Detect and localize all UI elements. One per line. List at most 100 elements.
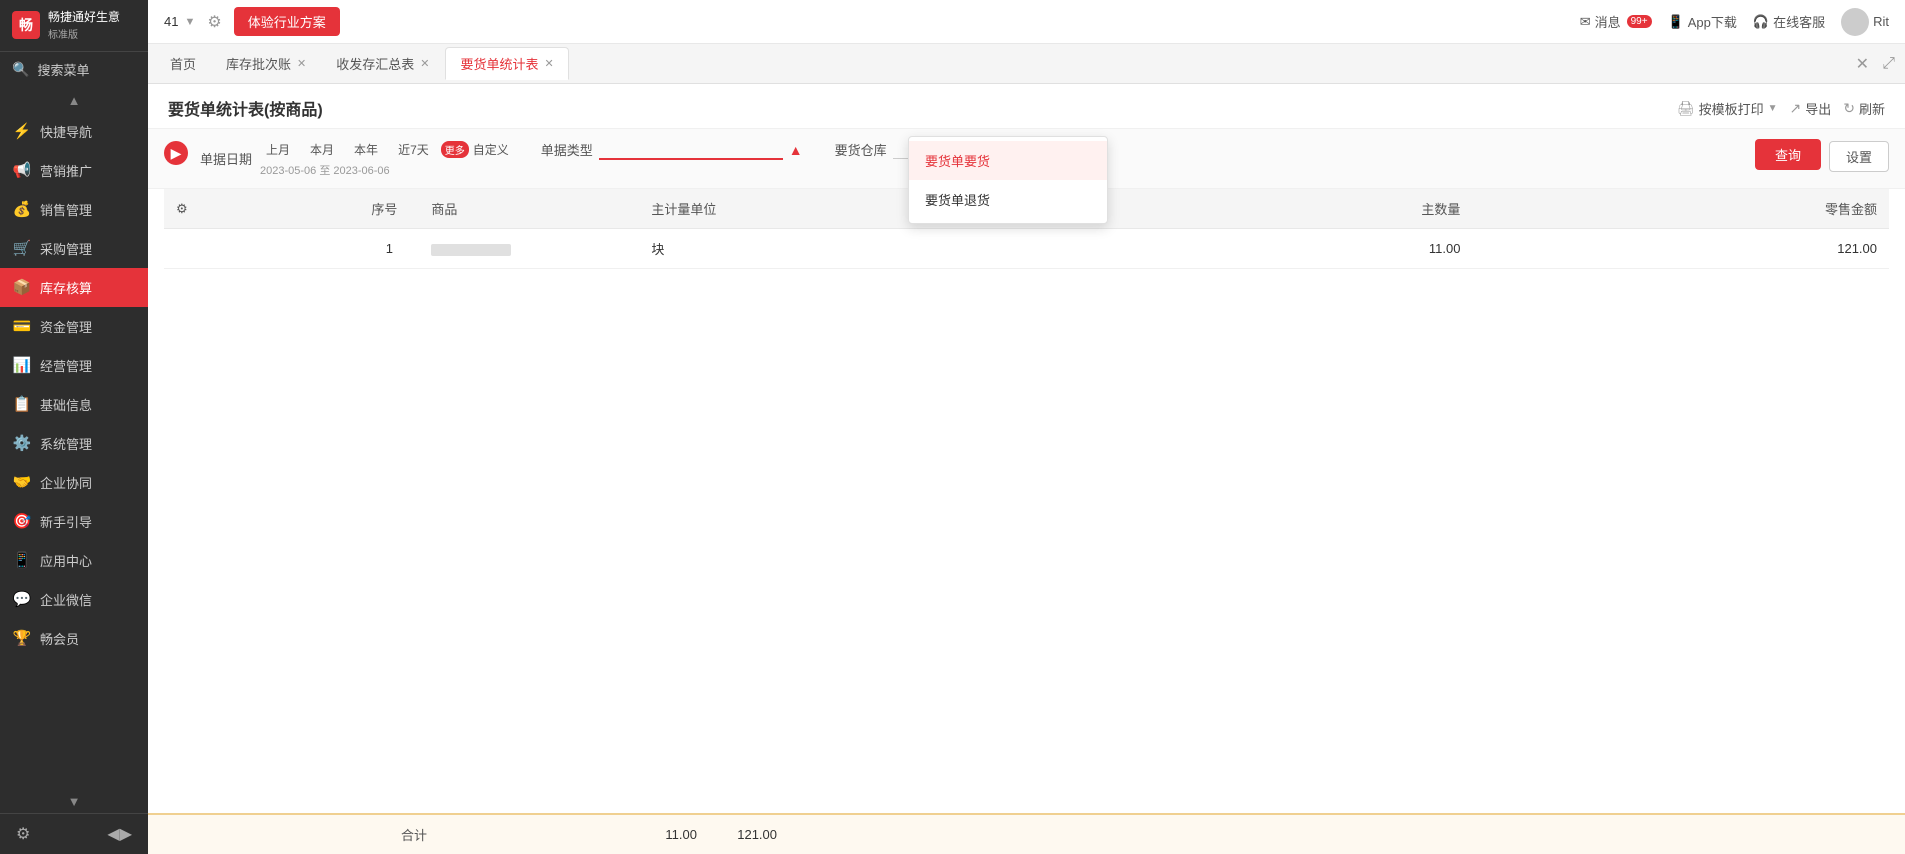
sidebar-logo: 畅 畅捷通好生意 标准版 [0, 0, 148, 52]
sidebar-item-wechat[interactable]: 💬 企业微信 [0, 580, 148, 619]
enterprise-label: 企业协同 [40, 473, 92, 492]
tabs-close-all-icon[interactable]: ✕ [1856, 54, 1869, 74]
table-row: 1 块 11.00 121.00 [164, 229, 1889, 269]
inventory-icon: 📦 [12, 278, 32, 296]
date-this-month[interactable]: 本月 [302, 139, 342, 160]
tab-home-label: 首页 [170, 54, 196, 73]
topbar: 41 ▼ ⚙ 体验行业方案 ✉ 消息 99+ 📱 App下载 🎧 在线客服 R [148, 0, 1905, 44]
sidebar-item-operation[interactable]: 📊 经营管理 [0, 346, 148, 385]
col-settings-header[interactable]: ⚙ [164, 189, 359, 229]
app-download-button[interactable]: 📱 App下载 [1668, 12, 1737, 31]
filter-expand-button[interactable]: ▶ [164, 141, 188, 165]
operation-label: 经营管理 [40, 356, 92, 375]
messages-badge: 99+ [1627, 15, 1652, 28]
doctype-dropdown: 要货单要货 要货单退货 [908, 136, 1108, 224]
logo-title: 畅捷通好生意 [48, 10, 120, 26]
table-body: 1 块 11.00 121.00 [164, 229, 1889, 269]
service-button[interactable]: 🎧 在线客服 [1753, 12, 1825, 31]
tab-home[interactable]: 首页 [156, 48, 210, 79]
service-icon: 🎧 [1753, 14, 1769, 30]
tab-receivable-summary[interactable]: 收发存汇总表 ✕ [322, 48, 443, 79]
sidebar-item-basic[interactable]: 📋 基础信息 [0, 385, 148, 424]
page-title: 要货单统计表(按商品) [168, 96, 323, 120]
avatar-image [1841, 8, 1869, 36]
tab-inventory-batch[interactable]: 库存批次账 ✕ [212, 48, 320, 79]
sidebar-item-quick-nav[interactable]: ⚡ 快捷导航 [0, 112, 148, 151]
store-name: 41 [164, 14, 178, 29]
bottom-settings-icon[interactable]: ⚙ [16, 824, 30, 844]
doctype-chevron-icon[interactable]: ▲ [789, 142, 803, 158]
date-this-year[interactable]: 本年 [346, 139, 386, 160]
page-header: 要货单统计表(按商品) 🖨 按模板打印 ▼ ↗ 导出 ↻ 刷新 [148, 84, 1905, 129]
sidebar-scroll-down[interactable]: ▼ [0, 790, 148, 813]
tab-receivable-close[interactable]: ✕ [420, 57, 429, 70]
tabs-expand-icon[interactable]: ⤢ [1882, 55, 1895, 73]
settings-button[interactable]: 设置 [1829, 141, 1889, 172]
row-product-cell [419, 229, 639, 269]
sidebar-items-list: ⚡ 快捷导航 📢 营销推广 💰 销售管理 🛒 采购管理 📦 库存核算 💳 资金管… [0, 112, 148, 790]
sidebar-item-appstore[interactable]: 📱 应用中心 [0, 541, 148, 580]
page-header-actions: 🖨 按模板打印 ▼ ↗ 导出 ↻ 刷新 [1677, 99, 1885, 118]
logo-subtitle: 标准版 [48, 26, 120, 41]
tab-order-summary[interactable]: 要货单统计表 ✕ [445, 47, 568, 80]
message-icon: ✉ [1580, 14, 1591, 30]
topbar-settings-icon[interactable]: ⚙ [207, 12, 221, 32]
dropdown-item-order-return[interactable]: 要货单退货 [909, 180, 1107, 219]
refresh-button[interactable]: ↻ 刷新 [1843, 99, 1885, 118]
member-icon: 🏆 [12, 629, 32, 647]
sidebar-search[interactable]: 🔍 搜索菜单 [0, 52, 148, 87]
doctype-filter: 单据类型 ▲ [541, 139, 803, 160]
app-icon: 📱 [1668, 14, 1684, 30]
tab-order-summary-close[interactable]: ✕ [545, 57, 554, 70]
date-last-month[interactable]: 上月 [258, 139, 298, 160]
sidebar-item-system[interactable]: ⚙️ 系统管理 [0, 424, 148, 463]
row-unit-cell: 块 [639, 229, 1127, 269]
sidebar-item-newbie[interactable]: 🎯 新手引导 [0, 502, 148, 541]
bottom-toggle-icon[interactable]: ◀▶ [107, 824, 132, 844]
sidebar-search-label: 搜索菜单 [37, 60, 89, 79]
col-product-header: 商品 [419, 189, 639, 229]
sidebar-scroll-up[interactable]: ▲ [0, 89, 148, 112]
sidebar-item-marketing[interactable]: 📢 营销推广 [0, 151, 148, 190]
tab-order-summary-label: 要货单统计表 [460, 54, 538, 73]
date-last-7days[interactable]: 近7天 [390, 139, 437, 160]
refresh-label: 刷新 [1859, 99, 1885, 118]
table-settings-icon: ⚙ [176, 201, 188, 216]
basic-label: 基础信息 [40, 395, 92, 414]
messages-button[interactable]: ✉ 消息 99+ [1580, 12, 1652, 31]
sidebar-item-finance[interactable]: 💳 资金管理 [0, 307, 148, 346]
user-avatar[interactable]: Rit [1841, 8, 1889, 36]
sidebar-item-member[interactable]: 🏆 畅会员 [0, 619, 148, 658]
tab-inventory-batch-close[interactable]: ✕ [297, 57, 306, 70]
store-selector[interactable]: 41 ▼ [164, 14, 195, 29]
purchase-icon: 🛒 [12, 239, 32, 257]
query-button[interactable]: 查询 [1755, 139, 1821, 170]
export-icon: ↗ [1790, 100, 1802, 117]
purchase-label: 采购管理 [40, 239, 92, 258]
enterprise-icon: 🤝 [12, 473, 32, 491]
topbar-right: ✉ 消息 99+ 📱 App下载 🎧 在线客服 Rit [1580, 8, 1889, 36]
row-quantity-cell[interactable]: 11.00 [1127, 229, 1472, 269]
date-filter: 单据日期 上月 本月 本年 近7天 更多 自定义 2023-05-06 至 20… [200, 139, 509, 178]
sidebar-item-purchase[interactable]: 🛒 采购管理 [0, 229, 148, 268]
tabs-bar: 首页 库存批次账 ✕ 收发存汇总表 ✕ 要货单统计表 ✕ ✕ ⤢ [148, 44, 1905, 84]
inventory-label: 库存核算 [40, 278, 92, 297]
col-num-header: 序号 [359, 189, 419, 229]
sidebar-item-sales[interactable]: 💰 销售管理 [0, 190, 148, 229]
sales-icon: 💰 [12, 200, 32, 218]
total-amount: 121.00 [709, 827, 789, 842]
sidebar-item-inventory[interactable]: 📦 库存核算 [0, 268, 148, 307]
dropdown-item-order-goods[interactable]: 要货单要货 [909, 141, 1107, 180]
date-custom-btn[interactable]: 自定义 [473, 141, 509, 158]
operation-icon: 📊 [12, 356, 32, 374]
print-button[interactable]: 🖨 按模板打印 ▼ [1677, 99, 1778, 118]
date-more-badge[interactable]: 更多 [441, 141, 469, 158]
doctype-input[interactable] [599, 139, 783, 160]
sidebar-item-enterprise[interactable]: 🤝 企业协同 [0, 463, 148, 502]
export-button[interactable]: ↗ 导出 [1790, 99, 1832, 118]
row-amount-cell[interactable]: 121.00 [1472, 229, 1889, 269]
date-range-display: 2023-05-06 至 2023-06-06 [260, 162, 509, 178]
user-name: Rit [1873, 14, 1889, 29]
trial-button[interactable]: 体验行业方案 [234, 7, 340, 36]
total-label: 合计 [389, 825, 629, 844]
